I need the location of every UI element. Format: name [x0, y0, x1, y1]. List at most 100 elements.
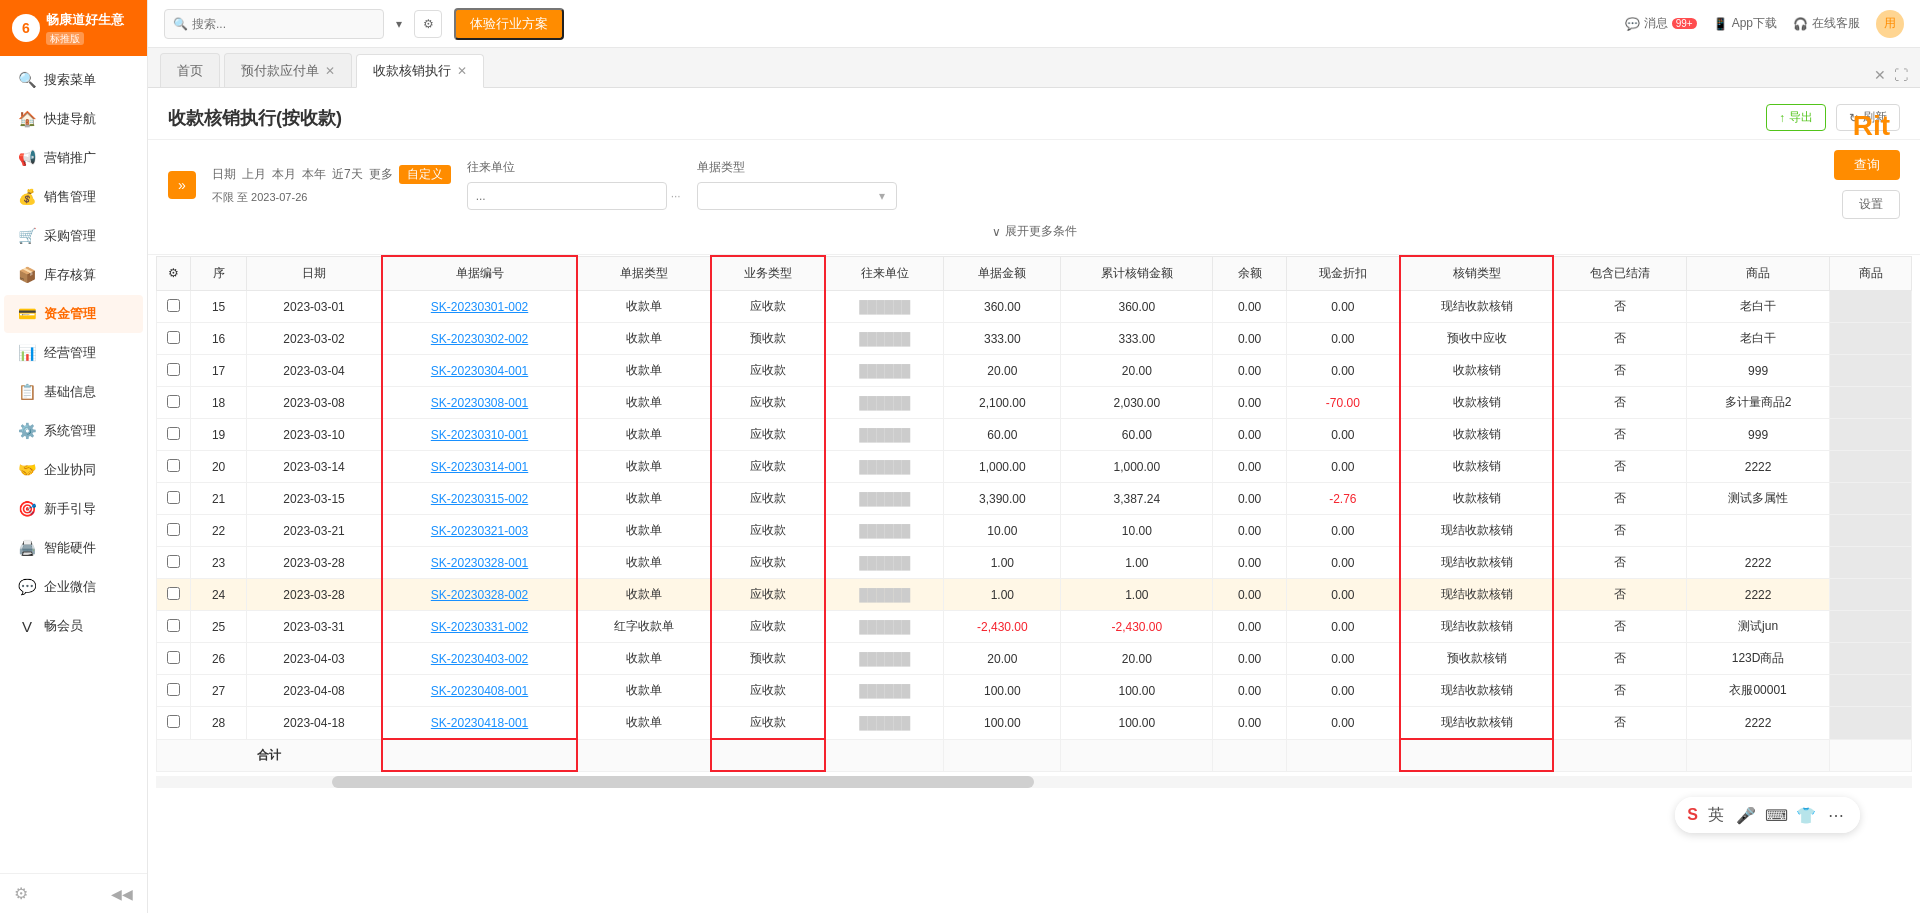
table-row[interactable]: 20 2023-03-14 SK-20230314-001 收款单 应收款 ██…: [157, 451, 1912, 483]
cell-gear-3[interactable]: [157, 387, 191, 419]
sidebar-item-member[interactable]: V 畅会员: [4, 607, 143, 645]
cell-gear-4[interactable]: [157, 419, 191, 451]
bill-no-link-10[interactable]: SK-20230331-002: [431, 620, 528, 634]
table-row[interactable]: 17 2023-03-04 SK-20230304-001 收款单 应收款 ██…: [157, 355, 1912, 387]
bill-no-link-4[interactable]: SK-20230310-001: [431, 428, 528, 442]
float-more-icon[interactable]: ⋯: [1824, 803, 1848, 827]
float-text-icon[interactable]: 英: [1704, 803, 1728, 827]
sidebar-bottom[interactable]: ⚙ ◀◀: [0, 873, 147, 913]
tab-fullscreen-icon[interactable]: ⛶: [1894, 67, 1908, 83]
app-download-btn[interactable]: 📱 App下载: [1713, 15, 1777, 32]
table-row[interactable]: 15 2023-03-01 SK-20230301-002 收款单 应收款 ██…: [157, 291, 1912, 323]
table-row[interactable]: 16 2023-03-02 SK-20230302-002 收款单 预收款 ██…: [157, 323, 1912, 355]
cell-gear-0[interactable]: [157, 291, 191, 323]
settings-btn[interactable]: 设置: [1842, 190, 1900, 219]
cell-gear-1[interactable]: [157, 323, 191, 355]
search-input[interactable]: [192, 17, 375, 31]
expand-btn[interactable]: ∨ 展开更多条件: [992, 223, 1077, 240]
sidebar-item-quick-nav[interactable]: 🏠 快捷导航: [4, 100, 143, 138]
date-7days[interactable]: 近7天: [332, 166, 363, 183]
table-row[interactable]: 18 2023-03-08 SK-20230308-001 收款单 应收款 ██…: [157, 387, 1912, 419]
cell-gear-7[interactable]: [157, 515, 191, 547]
refresh-btn[interactable]: ↻ 刷新: [1836, 104, 1900, 131]
cell-gear-9[interactable]: [157, 579, 191, 611]
cell-gear-6[interactable]: [157, 483, 191, 515]
tab-home[interactable]: 首页: [160, 53, 220, 87]
settings-icon[interactable]: ⚙: [14, 884, 28, 903]
bill-no-link-0[interactable]: SK-20230301-002: [431, 300, 528, 314]
date-last-month[interactable]: 上月: [242, 166, 266, 183]
sidebar-item-basic-info[interactable]: 📋 基础信息: [4, 373, 143, 411]
sidebar-item-sys-mgmt[interactable]: ⚙️ 系统管理: [4, 412, 143, 450]
cell-gear-10[interactable]: [157, 611, 191, 643]
float-shirt-icon[interactable]: 👕: [1794, 803, 1818, 827]
date-this-year[interactable]: 本年: [302, 166, 326, 183]
messages-btn[interactable]: 💬 消息 99+: [1625, 15, 1697, 32]
sidebar-item-wechat-biz[interactable]: 💬 企业微信: [4, 568, 143, 606]
tab-collection-close[interactable]: ✕: [457, 64, 467, 78]
horizontal-scrollbar[interactable]: [156, 776, 1912, 788]
bill-no-link-9[interactable]: SK-20230328-002: [431, 588, 528, 602]
float-keyboard-icon[interactable]: ⌨: [1764, 803, 1788, 827]
sidebar-item-enterprise[interactable]: 🤝 企业协同: [4, 451, 143, 489]
table-row[interactable]: 26 2023-04-03 SK-20230403-002 收款单 预收款 ██…: [157, 643, 1912, 675]
tab-close-all-icon[interactable]: ✕: [1874, 67, 1886, 83]
cell-gear-5[interactable]: [157, 451, 191, 483]
bill-no-link-12[interactable]: SK-20230408-001: [431, 684, 528, 698]
sidebar-item-capital-mgmt[interactable]: 💳 资金管理: [4, 295, 143, 333]
user-avatar[interactable]: 用: [1876, 10, 1904, 38]
cell-cash-discount-2: 0.00: [1286, 355, 1400, 387]
online-service-btn[interactable]: 🎧 在线客服: [1793, 15, 1860, 32]
bill-no-link-3[interactable]: SK-20230308-001: [431, 396, 528, 410]
search-bar[interactable]: 🔍: [164, 9, 384, 39]
table-row[interactable]: 27 2023-04-08 SK-20230408-001 收款单 应收款 ██…: [157, 675, 1912, 707]
bill-type-select[interactable]: [697, 182, 897, 210]
bill-no-link-6[interactable]: SK-20230315-002: [431, 492, 528, 506]
query-btn[interactable]: 查询: [1834, 150, 1900, 180]
table-row[interactable]: 23 2023-03-28 SK-20230328-001 收款单 应收款 ██…: [157, 547, 1912, 579]
date-more[interactable]: 更多: [369, 166, 393, 183]
sidebar-item-operations[interactable]: 📊 经营管理: [4, 334, 143, 372]
table-row[interactable]: 19 2023-03-10 SK-20230310-001 收款单 应收款 ██…: [157, 419, 1912, 451]
cell-gear-13[interactable]: [157, 707, 191, 740]
table-row[interactable]: 22 2023-03-21 SK-20230321-003 收款单 应收款 ██…: [157, 515, 1912, 547]
table-row[interactable]: 24 2023-03-28 SK-20230328-002 收款单 应收款 ██…: [157, 579, 1912, 611]
table-row[interactable]: 28 2023-04-18 SK-20230418-001 收款单 应收款 ██…: [157, 707, 1912, 740]
bill-no-link-7[interactable]: SK-20230321-003: [431, 524, 528, 538]
bill-no-link-1[interactable]: SK-20230302-002: [431, 332, 528, 346]
counterparty-input[interactable]: [467, 182, 667, 210]
sidebar-item-sales-mgmt[interactable]: 💰 销售管理: [4, 178, 143, 216]
tab-prepay-close[interactable]: ✕: [325, 64, 335, 78]
solution-btn[interactable]: 体验行业方案: [454, 8, 564, 40]
bill-no-link-2[interactable]: SK-20230304-001: [431, 364, 528, 378]
cell-bill-type-2: 收款单: [577, 355, 711, 387]
cell-gear-11[interactable]: [157, 643, 191, 675]
date-this-month[interactable]: 本月: [272, 166, 296, 183]
sidebar-item-marketing[interactable]: 📢 营销推广: [4, 139, 143, 177]
counterparty-dots[interactable]: ···: [671, 189, 681, 203]
float-mic-icon[interactable]: 🎤: [1734, 803, 1758, 827]
header-gear-btn[interactable]: ⚙: [414, 10, 442, 38]
export-btn[interactable]: ↑ 导出: [1766, 104, 1826, 131]
bill-no-link-13[interactable]: SK-20230418-001: [431, 716, 528, 730]
bill-no-link-5[interactable]: SK-20230314-001: [431, 460, 528, 474]
col-gear[interactable]: ⚙: [157, 256, 191, 291]
filter-toggle-btn[interactable]: »: [168, 171, 196, 199]
sidebar-item-purchase-mgmt[interactable]: 🛒 采购管理: [4, 217, 143, 255]
cell-gear-8[interactable]: [157, 547, 191, 579]
table-row[interactable]: 25 2023-03-31 SK-20230331-002 红字收款单 应收款 …: [157, 611, 1912, 643]
sidebar-item-search-menu[interactable]: 🔍 搜索菜单: [4, 61, 143, 99]
tab-prepay[interactable]: 预付款应付单 ✕: [224, 53, 352, 87]
bill-no-link-8[interactable]: SK-20230328-001: [431, 556, 528, 570]
date-custom-btn[interactable]: 自定义: [399, 165, 451, 184]
collapse-icon[interactable]: ◀◀: [111, 886, 133, 902]
table-row[interactable]: 21 2023-03-15 SK-20230315-002 收款单 应收款 ██…: [157, 483, 1912, 515]
cell-gear-12[interactable]: [157, 675, 191, 707]
header-dropdown[interactable]: ▾: [396, 17, 402, 31]
bill-no-link-11[interactable]: SK-20230403-002: [431, 652, 528, 666]
sidebar-item-smart-hw[interactable]: 🖨️ 智能硬件: [4, 529, 143, 567]
sidebar-item-inventory[interactable]: 📦 库存核算: [4, 256, 143, 294]
cell-gear-2[interactable]: [157, 355, 191, 387]
tab-collection[interactable]: 收款核销执行 ✕: [356, 54, 484, 88]
sidebar-item-newbie[interactable]: 🎯 新手引导: [4, 490, 143, 528]
